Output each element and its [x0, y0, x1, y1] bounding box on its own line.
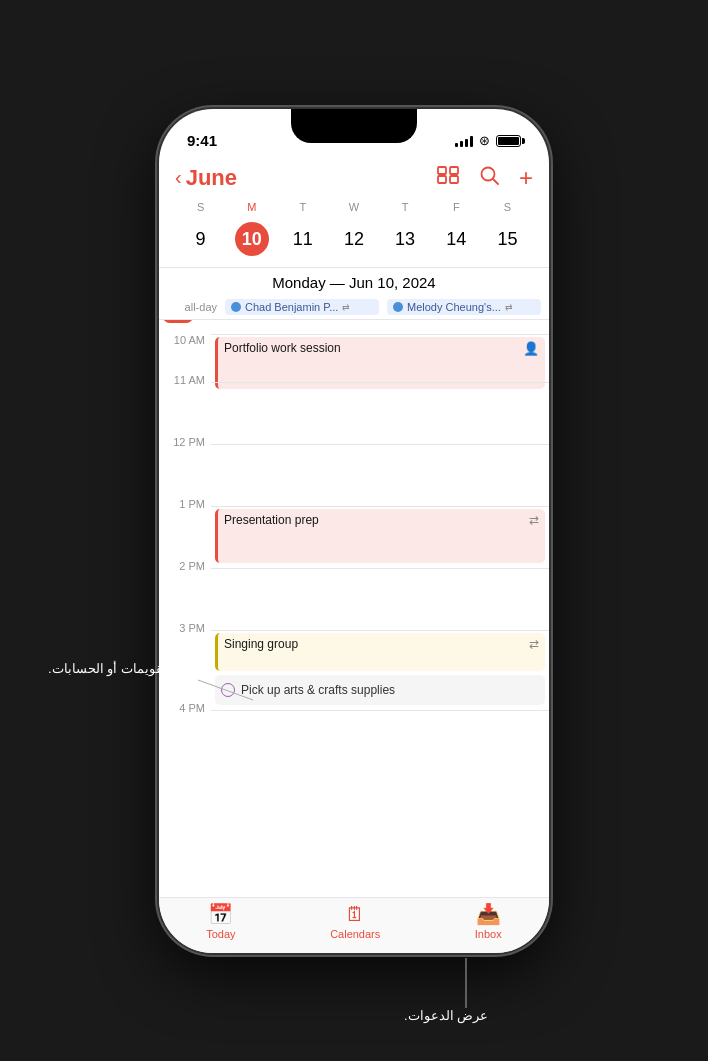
notch: [291, 109, 417, 143]
day-label-wed: W: [328, 199, 379, 215]
annotation-bottom: عرض الدعوات.: [404, 1008, 488, 1023]
event-presentation[interactable]: Presentation prep ⇄: [215, 509, 545, 563]
tab-calendars[interactable]: 🗓 Calendars: [330, 903, 380, 940]
all-day-dot-1: [231, 302, 241, 312]
svg-rect-3: [450, 176, 458, 183]
time-11am: 11 AM: [159, 374, 211, 444]
timeline-11am: [211, 382, 549, 444]
timeslot-2pm: 2 PM: [159, 568, 549, 630]
current-time-badge: 9:41: [163, 320, 193, 323]
annotation-left: تغيير التقويمات أو الحسابات.: [48, 660, 203, 678]
calendars-icon: 🗓: [345, 903, 365, 926]
timeline-1pm: Presentation prep ⇄: [211, 506, 549, 568]
battery-icon: [496, 135, 521, 147]
month-title: June: [186, 165, 237, 191]
timeslot-11am: 11 AM: [159, 382, 549, 444]
tab-inbox[interactable]: 📥 Inbox: [475, 902, 502, 940]
all-day-text-2: Melody Cheung's...: [407, 301, 501, 313]
day-label-sun: S: [175, 199, 226, 215]
time-2pm: 2 PM: [159, 560, 211, 630]
header-icons: +: [437, 165, 533, 190]
date-10[interactable]: 10: [226, 219, 277, 259]
month-nav[interactable]: ‹ June: [175, 165, 237, 191]
time-1pm: 1 PM: [159, 498, 211, 568]
day-label-fri: F: [431, 199, 482, 215]
event-singing[interactable]: Singing group ⇄: [215, 633, 545, 671]
reminder-title: Pick up arts & crafts supplies: [241, 683, 395, 697]
timeslot-4pm: 4 PM: [159, 710, 549, 730]
sync-icon-2: ⇄: [505, 302, 513, 312]
all-day-event-melody[interactable]: Melody Cheung's... ⇄: [387, 299, 541, 315]
date-13[interactable]: 13: [380, 219, 431, 259]
bottom-tab-bar: 📅 Today 🗓 Calendars 📥 Inbox: [159, 897, 549, 953]
calendar-header: ‹ June: [159, 159, 549, 259]
singing-sync-icon: ⇄: [529, 637, 539, 651]
person-icon: 👤: [523, 341, 539, 356]
time-12pm: 12 PM: [159, 436, 211, 506]
all-day-row: all-day Chad Benjamin P... ⇄ Melody Cheu…: [159, 295, 549, 320]
phone-frame: 9:41 ⊛ ‹ June: [159, 109, 549, 953]
all-day-text-1: Chad Benjamin P...: [245, 301, 338, 313]
tab-today-label: Today: [206, 928, 235, 940]
date-11[interactable]: 11: [277, 219, 328, 259]
all-day-dot-2: [393, 302, 403, 312]
callout-left-line: [198, 670, 258, 710]
timeline-10am: Portfolio work session 👤: [211, 334, 549, 382]
today-icon: 📅: [208, 902, 233, 926]
date-14[interactable]: 14: [431, 219, 482, 259]
timeline-2pm: [211, 568, 549, 630]
date-15[interactable]: 15: [482, 219, 533, 259]
grid-view-icon[interactable]: [437, 166, 459, 189]
timeline-4pm: [211, 710, 549, 730]
timeline-3pm: Singing group ⇄ Pick up arts & crafts su…: [211, 630, 549, 710]
timeslot-10am: 9:41 10 AM Portfolio work session 👤: [159, 320, 549, 382]
svg-line-5: [493, 179, 498, 184]
svg-rect-2: [438, 176, 446, 183]
back-arrow-icon[interactable]: ‹: [175, 166, 182, 189]
date-9[interactable]: 9: [175, 219, 226, 259]
wifi-icon: ⊛: [479, 133, 490, 148]
all-day-label: all-day: [167, 301, 217, 313]
tab-today[interactable]: 📅 Today: [206, 902, 235, 940]
day-label-sat: S: [482, 199, 533, 215]
day-label-tue: T: [277, 199, 328, 215]
annotation-bottom-text: عرض الدعوات.: [404, 1008, 488, 1023]
sync-event-icon: ⇄: [529, 513, 539, 527]
timeline[interactable]: 9:41 10 AM Portfolio work session 👤: [159, 320, 549, 730]
week-dates: 9 10 11 12 13 14 15: [175, 219, 533, 259]
tab-calendars-label: Calendars: [330, 928, 380, 940]
timeslot-1pm: 1 PM Presentation prep ⇄: [159, 506, 549, 568]
day-label-thu: T: [380, 199, 431, 215]
event-reminder[interactable]: Pick up arts & crafts supplies: [215, 675, 545, 705]
signal-icon: [455, 135, 473, 147]
callout-bottom-line: [446, 958, 486, 1008]
timeslot-12pm: 12 PM: [159, 444, 549, 506]
tab-inbox-label: Inbox: [475, 928, 502, 940]
event-portfolio-title: Portfolio work session: [224, 341, 341, 355]
status-icons: ⊛: [455, 133, 521, 148]
annotation-left-text: تغيير التقويمات أو الحسابات.: [48, 661, 203, 676]
timeline-12pm: [211, 444, 549, 506]
date-title: Monday — Jun 10, 2024: [159, 267, 549, 295]
date-12[interactable]: 12: [328, 219, 379, 259]
svg-rect-1: [450, 167, 458, 174]
day-label-mon: M: [226, 199, 277, 215]
svg-line-6: [198, 680, 253, 700]
add-event-icon[interactable]: +: [519, 166, 533, 190]
svg-rect-0: [438, 167, 446, 174]
status-time: 9:41: [187, 132, 217, 149]
all-day-event-chad[interactable]: Chad Benjamin P... ⇄: [225, 299, 379, 315]
event-singing-title: Singing group: [224, 637, 298, 651]
search-icon[interactable]: [479, 165, 499, 190]
week-days-header: S M T W T F S: [175, 199, 533, 215]
inbox-icon: 📥: [476, 902, 501, 926]
sync-icon-1: ⇄: [342, 302, 350, 312]
event-presentation-title: Presentation prep: [224, 513, 319, 527]
